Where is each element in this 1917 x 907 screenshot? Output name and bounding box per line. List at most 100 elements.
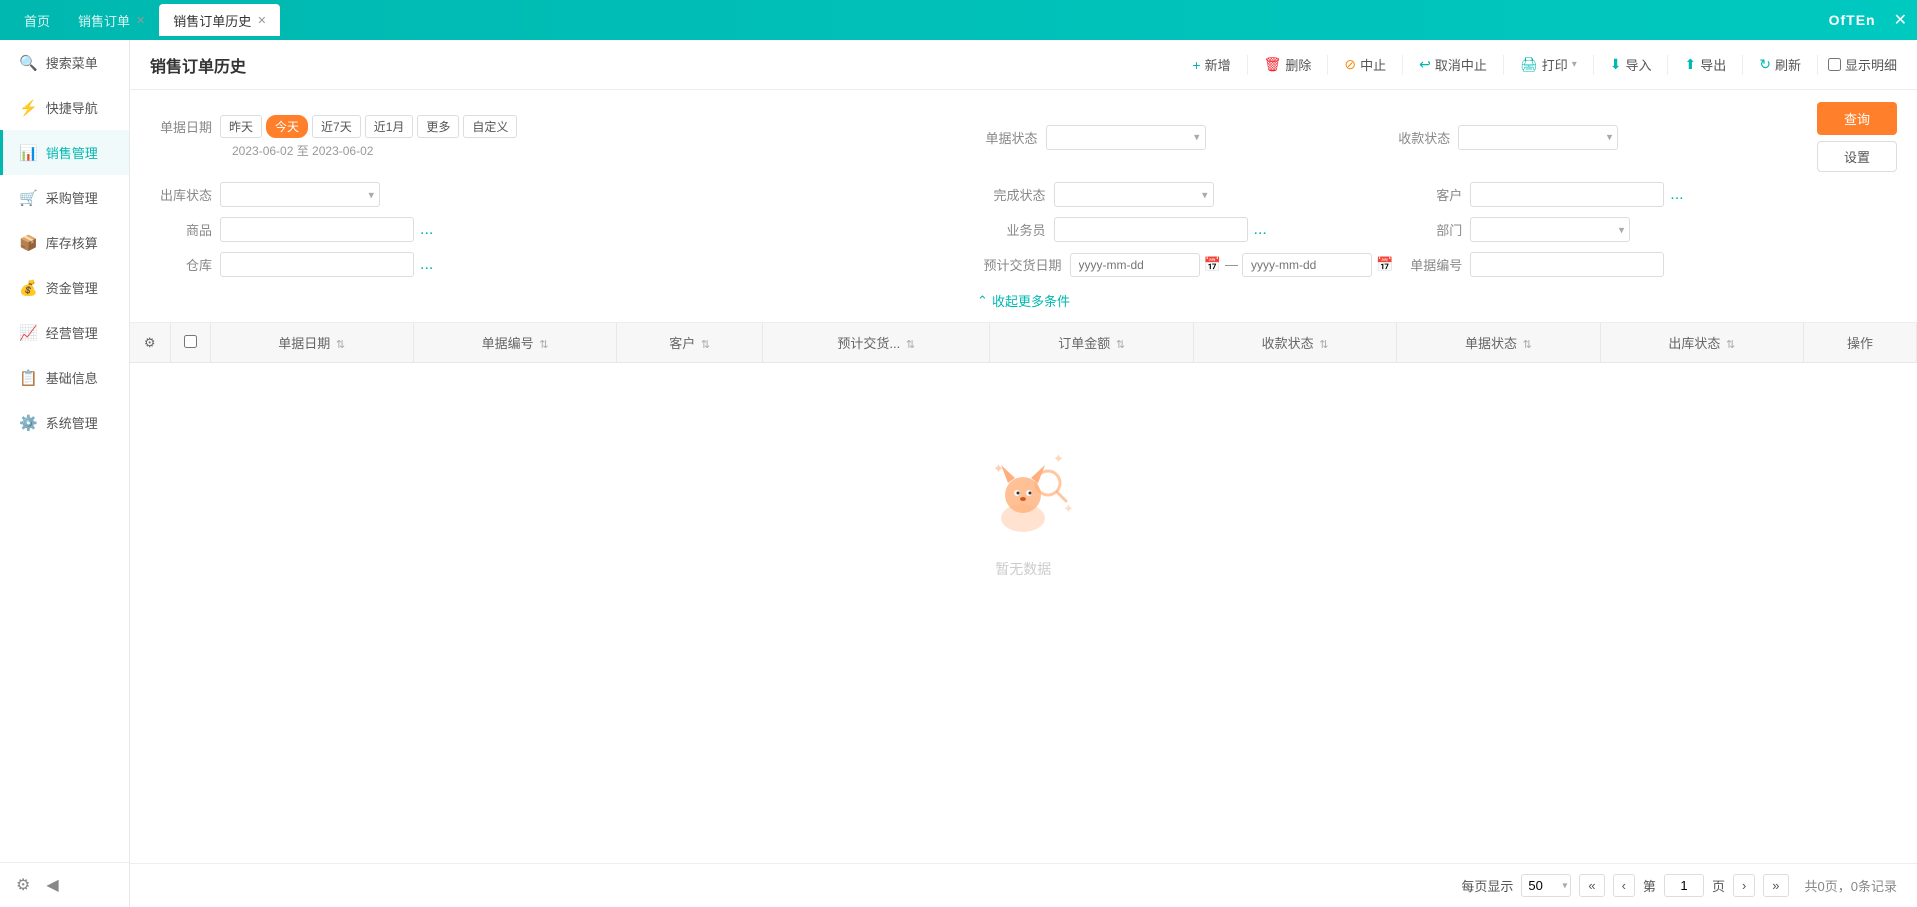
sort-payment-icon[interactable]: ⇅: [1319, 339, 1328, 351]
top-bar: 首页 销售订单 ✕ 销售订单历史 ✕ OfTEn ✕: [0, 0, 1917, 40]
export-icon: ⬆: [1684, 56, 1696, 73]
settings-gear-icon[interactable]: ⚙: [144, 335, 156, 350]
date-btn-group: 昨天 今天 近7天 近1月 更多 自定义: [220, 115, 517, 138]
sort-delivery-icon[interactable]: ⇅: [906, 339, 915, 351]
delivery-end-input[interactable]: [1242, 253, 1372, 277]
sidebar-settings-icon[interactable]: ⚙: [16, 875, 30, 895]
status-control: [1046, 125, 1369, 150]
warehouse-control: ...: [220, 252, 964, 277]
date-btn-today[interactable]: 今天: [266, 115, 308, 138]
status-select-wrapper: [1046, 125, 1206, 150]
add-icon: +: [1192, 57, 1200, 73]
date-btn-more[interactable]: 更多: [417, 115, 459, 138]
export-button[interactable]: ⬆ 导出: [1674, 50, 1736, 79]
stop-button[interactable]: ⊘ 中止: [1334, 50, 1396, 79]
show-detail-checkbox[interactable]: [1828, 58, 1841, 71]
sidebar-item-search[interactable]: 🔍 搜索菜单: [0, 40, 129, 85]
date-btn-custom[interactable]: 自定义: [463, 115, 517, 138]
date-btn-1month[interactable]: 近1月: [365, 115, 414, 138]
calendar-end-icon[interactable]: 📅: [1376, 256, 1393, 273]
page-last-btn[interactable]: »: [1763, 874, 1788, 897]
operations-icon: 📈: [19, 324, 38, 342]
table-settings-header[interactable]: ⚙: [130, 323, 170, 363]
print-button[interactable]: 🖨 打印 ▾: [1510, 50, 1587, 79]
delete-button[interactable]: 🗑 删除: [1254, 50, 1322, 79]
set-button[interactable]: 设置: [1817, 141, 1897, 172]
refresh-button[interactable]: ↻ 刷新: [1749, 50, 1811, 79]
customer-dots[interactable]: ...: [1670, 186, 1683, 204]
dept-select[interactable]: [1470, 217, 1630, 242]
delivery-date-wrap: 📅 — 📅: [1070, 253, 1394, 277]
payment-select[interactable]: [1458, 125, 1618, 150]
table-checkbox-header[interactable]: [170, 323, 210, 363]
goods-dots[interactable]: ...: [420, 221, 433, 239]
sort-billno-icon[interactable]: ⇅: [539, 339, 548, 351]
sidebar-item-base-info[interactable]: 📋 基础信息: [0, 355, 129, 400]
sidebar-collapse-icon[interactable]: ◀: [46, 875, 58, 895]
sales-dots[interactable]: ...: [1254, 221, 1267, 239]
select-all-checkbox[interactable]: [184, 335, 197, 348]
page-prev-btn[interactable]: ‹: [1613, 874, 1635, 897]
date-btn-7days[interactable]: 近7天: [312, 115, 361, 138]
filter-area: 单据日期 昨天 今天 近7天 近1月 更多 自定义 2023-06-02 至 2…: [130, 90, 1917, 323]
svg-text:✦: ✦: [1063, 501, 1074, 516]
tab-sales-order-history[interactable]: 销售订单历史 ✕: [159, 4, 280, 36]
sidebar-item-finance[interactable]: 💰 资金管理: [0, 265, 129, 310]
import-button[interactable]: ⬇ 导入: [1600, 50, 1662, 79]
page-first-btn[interactable]: «: [1579, 874, 1604, 897]
collapse-bar[interactable]: ⌃ 收起更多条件: [150, 287, 1897, 314]
search-menu-icon: 🔍: [19, 54, 38, 72]
customer-control: ...: [1470, 182, 1797, 207]
close-tab-sales-order[interactable]: ✕: [136, 14, 145, 27]
sidebar-item-quick-nav[interactable]: ⚡ 快捷导航: [0, 85, 129, 130]
complete-select[interactable]: [1054, 182, 1214, 207]
add-button[interactable]: + 新增: [1182, 50, 1240, 79]
filter-right-btns: 查询 设置: [1817, 102, 1897, 172]
payment-label: 收款状态: [1388, 128, 1458, 147]
close-tab-sales-order-history[interactable]: ✕: [257, 14, 266, 27]
tab-sales-order[interactable]: 销售订单 ✕: [64, 4, 159, 36]
tab-home[interactable]: 首页: [10, 4, 64, 36]
delivery-start-input[interactable]: [1070, 253, 1200, 277]
sidebar-item-operations[interactable]: 📈 经营管理: [0, 310, 129, 355]
sort-billstatus-icon[interactable]: ⇅: [1523, 339, 1532, 351]
topbar-close-icon[interactable]: ✕: [1894, 10, 1907, 30]
sidebar-item-inventory[interactable]: 📦 库存核算: [0, 220, 129, 265]
date-label: 单据日期: [150, 117, 220, 136]
sidebar-item-purchase[interactable]: 🛒 采购管理: [0, 175, 129, 220]
date-btn-yesterday[interactable]: 昨天: [220, 115, 262, 138]
status-select[interactable]: [1046, 125, 1206, 150]
table-area: ⚙ 单据日期 ⇅ 单据编号 ⇅: [130, 323, 1917, 863]
page-size-select[interactable]: 20 50 100: [1521, 874, 1571, 897]
out-status-select[interactable]: [220, 182, 380, 207]
out-select-wrapper: [220, 182, 380, 207]
sales-input[interactable]: [1054, 217, 1248, 242]
page-next-btn[interactable]: ›: [1733, 874, 1755, 897]
col-header-bill-no: 单据编号 ⇅: [413, 323, 616, 363]
warehouse-dots[interactable]: ...: [420, 256, 433, 274]
page-number-input[interactable]: [1664, 874, 1704, 897]
show-detail-control[interactable]: 显示明细: [1828, 55, 1897, 74]
sidebar-item-system[interactable]: ⚙️ 系统管理: [0, 400, 129, 445]
warehouse-input[interactable]: [220, 252, 414, 277]
col-header-bill-status: 单据状态 ⇅: [1397, 323, 1600, 363]
query-button[interactable]: 查询: [1817, 102, 1897, 135]
customer-input[interactable]: [1470, 182, 1664, 207]
calendar-start-icon[interactable]: 📅: [1204, 256, 1221, 273]
goods-input[interactable]: [220, 217, 414, 242]
sort-outstatus-icon[interactable]: ⇅: [1726, 339, 1735, 351]
bill-no-input[interactable]: [1470, 252, 1664, 277]
cancel-stop-button[interactable]: ↩ 取消中止: [1409, 50, 1497, 79]
table-header-row: ⚙ 单据日期 ⇅ 单据编号 ⇅: [130, 323, 1917, 363]
collapse-up-icon: ⌃: [977, 293, 988, 309]
sort-amount-icon[interactable]: ⇅: [1116, 339, 1125, 351]
topbar-right: OfTEn ✕: [1829, 10, 1907, 30]
col-header-out-status: 出库状态 ⇅: [1600, 323, 1803, 363]
page-size-wrap: 20 50 100: [1521, 874, 1571, 897]
svg-text:✦: ✦: [1053, 451, 1064, 466]
status-label: 单据状态: [976, 128, 1046, 147]
sidebar-item-sales[interactable]: 📊 销售管理: [0, 130, 129, 175]
sort-customer-icon[interactable]: ⇅: [701, 339, 710, 351]
sort-date-icon[interactable]: ⇅: [336, 339, 345, 351]
page-size-label: 每页显示: [1461, 876, 1513, 895]
